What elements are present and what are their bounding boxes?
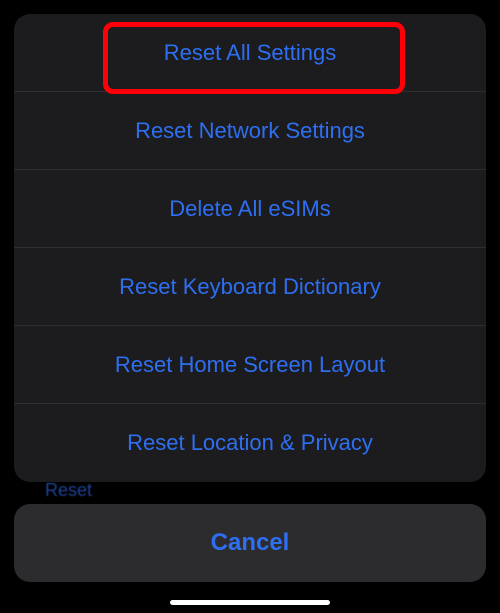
home-indicator[interactable]	[170, 600, 330, 605]
option-label: Delete All eSIMs	[169, 196, 330, 222]
option-label: Reset Network Settings	[135, 118, 365, 144]
cancel-button[interactable]: Cancel	[14, 504, 486, 582]
reset-home-screen-layout-button[interactable]: Reset Home Screen Layout	[14, 326, 486, 404]
reset-location-privacy-button[interactable]: Reset Location & Privacy	[14, 404, 486, 482]
delete-all-esims-button[interactable]: Delete All eSIMs	[14, 170, 486, 248]
reset-network-settings-button[interactable]: Reset Network Settings	[14, 92, 486, 170]
cancel-label: Cancel	[211, 529, 290, 557]
background-reset-label: Reset	[45, 480, 92, 500]
option-label: Reset Location & Privacy	[127, 430, 373, 456]
reset-all-settings-button[interactable]: Reset All Settings	[14, 14, 486, 92]
cancel-container: Cancel	[14, 504, 486, 582]
option-label: Reset Home Screen Layout	[115, 352, 385, 378]
action-sheet: Reset All Settings Reset Network Setting…	[14, 14, 486, 482]
option-label: Reset All Settings	[164, 40, 336, 66]
option-label: Reset Keyboard Dictionary	[119, 274, 381, 300]
background-reset-row: Reset	[45, 480, 92, 501]
reset-keyboard-dictionary-button[interactable]: Reset Keyboard Dictionary	[14, 248, 486, 326]
